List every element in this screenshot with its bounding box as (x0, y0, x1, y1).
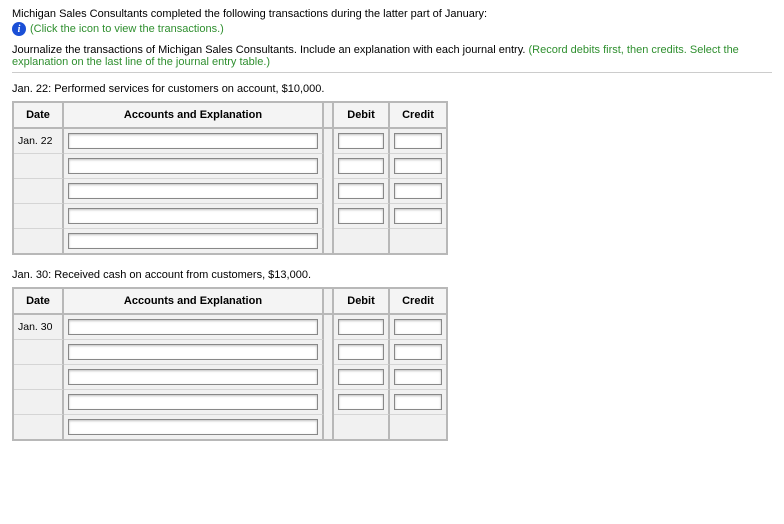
instruction: Journalize the transactions of Michigan … (12, 44, 772, 68)
credit-input[interactable] (394, 344, 442, 360)
header-debit: Debit (334, 103, 390, 129)
header-date: Date (14, 289, 64, 315)
accounts-input[interactable] (68, 394, 318, 410)
accounts-input[interactable] (68, 419, 318, 435)
intro-text: Michigan Sales Consultants completed the… (12, 8, 772, 20)
table-row: Jan. 30 (14, 315, 446, 340)
journal-table-1: Date Accounts and Explanation Debit Cred… (12, 101, 448, 255)
header-debit: Debit (334, 289, 390, 315)
accounts-input[interactable] (68, 319, 318, 335)
date-cell: Jan. 22 (14, 129, 64, 154)
divider (12, 72, 772, 73)
table-row (14, 179, 446, 204)
table-row: Jan. 22 (14, 129, 446, 154)
header-accounts: Accounts and Explanation (64, 289, 324, 315)
credit-input[interactable] (394, 158, 442, 174)
table-row (14, 204, 446, 229)
header-spacer (324, 103, 334, 129)
accounts-input[interactable] (68, 183, 318, 199)
debit-input[interactable] (338, 344, 384, 360)
transaction-1-title: Jan. 22: Performed services for customer… (12, 83, 772, 95)
table-row (14, 154, 446, 179)
header-date: Date (14, 103, 64, 129)
instruction-plain: Journalize the transactions of Michigan … (12, 44, 528, 56)
debit-input[interactable] (338, 369, 384, 385)
credit-input[interactable] (394, 183, 442, 199)
empty-cell (394, 233, 442, 249)
header-accounts: Accounts and Explanation (64, 103, 324, 129)
accounts-input[interactable] (68, 233, 318, 249)
debit-input[interactable] (338, 133, 384, 149)
hint-link[interactable]: (Click the icon to view the transactions… (30, 23, 224, 35)
header-credit: Credit (390, 289, 446, 315)
table-row (14, 365, 446, 390)
debit-input[interactable] (338, 319, 384, 335)
journal-table-2: Date Accounts and Explanation Debit Cred… (12, 287, 448, 441)
table-row (14, 340, 446, 365)
accounts-input[interactable] (68, 208, 318, 224)
transaction-2-title: Jan. 30: Received cash on account from c… (12, 269, 772, 281)
table-row (14, 415, 446, 439)
debit-input[interactable] (338, 394, 384, 410)
table-row (14, 390, 446, 415)
credit-input[interactable] (394, 369, 442, 385)
accounts-input[interactable] (68, 158, 318, 174)
credit-input[interactable] (394, 133, 442, 149)
table-row (14, 229, 446, 253)
credit-input[interactable] (394, 208, 442, 224)
empty-cell (338, 419, 384, 435)
debit-input[interactable] (338, 183, 384, 199)
date-cell: Jan. 30 (14, 315, 64, 340)
debit-input[interactable] (338, 208, 384, 224)
accounts-input[interactable] (68, 133, 318, 149)
empty-cell (394, 419, 442, 435)
credit-input[interactable] (394, 394, 442, 410)
accounts-input[interactable] (68, 369, 318, 385)
debit-input[interactable] (338, 158, 384, 174)
info-icon[interactable]: i (12, 22, 26, 36)
accounts-input[interactable] (68, 344, 318, 360)
empty-cell (338, 233, 384, 249)
credit-input[interactable] (394, 319, 442, 335)
header-credit: Credit (390, 103, 446, 129)
header-spacer (324, 289, 334, 315)
